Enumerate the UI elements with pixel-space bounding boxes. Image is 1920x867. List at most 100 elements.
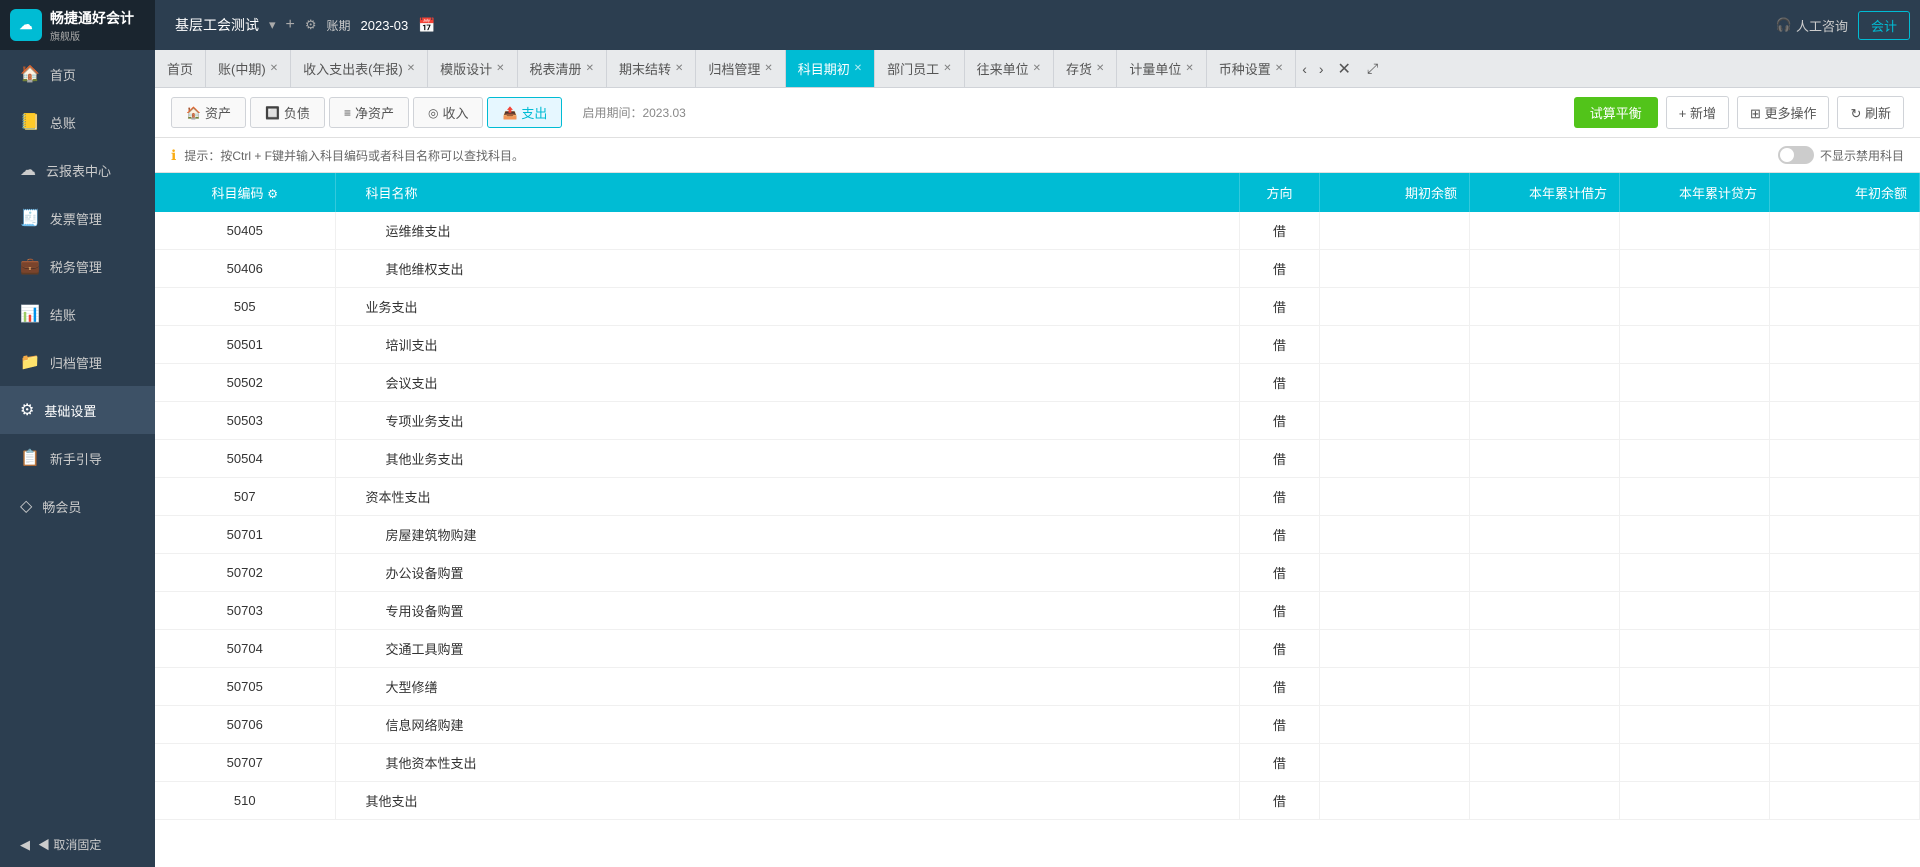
table-row[interactable]: 50502 会议支出 借: [155, 364, 1920, 402]
table-row[interactable]: 50503 专项业务支出 借: [155, 402, 1920, 440]
tab-close-tax[interactable]: ✕: [586, 63, 594, 74]
cell-credit-6: [1620, 440, 1770, 478]
cell-year-balance-1: [1770, 250, 1920, 288]
sidebar-item-settings[interactable]: ⚙ 基础设置: [0, 386, 155, 434]
tab-maximize-button[interactable]: ⤢: [1359, 60, 1386, 77]
tab-subject[interactable]: 科目期初✕: [786, 50, 875, 88]
tab-close-subject[interactable]: ✕: [854, 63, 862, 74]
tab-close-dept[interactable]: ✕: [943, 63, 951, 74]
calc-balance-button[interactable]: 试算平衡: [1574, 97, 1658, 128]
table-row[interactable]: 505 业务支出 借: [155, 288, 1920, 326]
tab-close-period-end[interactable]: ✕: [675, 63, 683, 74]
tab-period[interactable]: 账(中期) ✕: [206, 50, 291, 88]
cell-debit-0: [1470, 212, 1620, 250]
tab-label-period: 账(中期): [218, 59, 266, 78]
cell-credit-5: [1620, 402, 1770, 440]
tab-close-all-button[interactable]: ✕: [1330, 59, 1359, 79]
tab-close-income[interactable]: ✕: [407, 63, 415, 74]
sidebar-item-archive2[interactable]: 📁 归档管理: [0, 338, 155, 386]
filter-tab-liability[interactable]: 🔲负债: [250, 97, 325, 128]
cell-balance-8: [1320, 516, 1470, 554]
user-button[interactable]: 会计: [1858, 11, 1910, 40]
column-settings-icon[interactable]: ⚙: [267, 187, 278, 201]
sidebar-item-settlement[interactable]: 📊 结账: [0, 290, 155, 338]
tab-template[interactable]: 模版设计✕: [428, 50, 517, 88]
tab-next-button[interactable]: ›: [1313, 61, 1330, 77]
table-row[interactable]: 50707 其他资本性支出 借: [155, 744, 1920, 782]
service-button[interactable]: 🎧 人工咨询: [1776, 16, 1848, 35]
sidebar-item-reports[interactable]: ☁ 云报表中心: [0, 146, 155, 194]
tab-close-archive[interactable]: ✕: [764, 63, 772, 74]
sidebar-item-ledger[interactable]: 📒 总账: [0, 98, 155, 146]
cell-year-balance-7: [1770, 478, 1920, 516]
sidebar-label-home: 首页: [50, 65, 76, 84]
tab-unit2[interactable]: 计量单位 ✕: [1117, 50, 1206, 88]
tab-label-unit2: 计量单位: [1129, 59, 1181, 78]
add-tab-icon[interactable]: +: [286, 16, 295, 34]
tab-close-stock[interactable]: ✕: [1096, 63, 1104, 74]
table-row[interactable]: 50701 房屋建筑物购建 借: [155, 516, 1920, 554]
tab-close-template[interactable]: ✕: [496, 63, 504, 74]
table-row[interactable]: 50706 信息网络购建 借: [155, 706, 1920, 744]
more-actions-button[interactable]: ⊞ 更多操作: [1737, 96, 1830, 129]
filter-tab-income2[interactable]: ◎收入: [413, 97, 484, 128]
tab-label-unit: 往来单位: [977, 59, 1029, 78]
sidebar-icon-archive2: 📁: [20, 352, 40, 372]
tab-home[interactable]: 首页: [155, 50, 206, 88]
cell-name-12: 大型修缮: [335, 668, 1240, 706]
table-row[interactable]: 50406 其他维权支出 借: [155, 250, 1920, 288]
filter-tab-expense[interactable]: 📤支出: [487, 97, 562, 128]
table-row[interactable]: 510 其他支出 借: [155, 782, 1920, 820]
filter-tab-net-asset[interactable]: ≡净资产: [329, 97, 409, 128]
tab-close-currency[interactable]: ✕: [1275, 63, 1283, 74]
cell-debit-3: [1470, 326, 1620, 364]
refresh-button[interactable]: ↻ 刷新: [1837, 96, 1904, 129]
filter-tab-label-liability: 负债: [284, 103, 310, 122]
cell-debit-14: [1470, 744, 1620, 782]
table-row[interactable]: 50703 专用设备购置 借: [155, 592, 1920, 630]
toggle-switch[interactable]: 不显示禁用科目: [1778, 146, 1904, 164]
tab-income[interactable]: 收入支出表(年报)✕: [291, 50, 428, 88]
table-row[interactable]: 50504 其他业务支出 借: [155, 440, 1920, 478]
tab-currency[interactable]: 币种设置✕: [1207, 50, 1296, 88]
sidebar-label-invoice: 发票管理: [50, 209, 102, 228]
table-row[interactable]: 50705 大型修缮 借: [155, 668, 1920, 706]
tab-stock[interactable]: 存货✕: [1054, 50, 1117, 88]
tab-close-unit2[interactable]: ✕: [1185, 63, 1193, 74]
sidebar-collapse-button[interactable]: ◀ ◀ 取消固定: [0, 822, 155, 867]
cell-dir-7: 借: [1240, 478, 1320, 516]
table-row[interactable]: 507 资本性支出 借: [155, 478, 1920, 516]
company-dropdown-icon[interactable]: ▾: [269, 17, 276, 33]
filter-tab-asset[interactable]: 🏠资产: [171, 97, 246, 128]
cell-credit-4: [1620, 364, 1770, 402]
sidebar-item-tax[interactable]: 💼 税务管理: [0, 242, 155, 290]
tab-close-unit[interactable]: ✕: [1033, 63, 1041, 74]
action-buttons: 试算平衡 + 新增 ⊞ 更多操作 ↻ 刷新: [1574, 96, 1904, 129]
cell-year-balance-3: [1770, 326, 1920, 364]
tab-close-period[interactable]: ✕: [270, 63, 278, 74]
calendar-icon[interactable]: 📅: [418, 17, 435, 34]
switch-track[interactable]: [1778, 146, 1814, 164]
add-button[interactable]: + 新增: [1666, 96, 1729, 129]
table-row[interactable]: 50704 交通工具购置 借: [155, 630, 1920, 668]
table-row[interactable]: 50702 办公设备购置 借: [155, 554, 1920, 592]
sidebar-item-guide[interactable]: 📋 新手引导: [0, 434, 155, 482]
table-row[interactable]: 50405 运维维支出 借: [155, 212, 1920, 250]
sidebar-item-invoice[interactable]: 🧾 发票管理: [0, 194, 155, 242]
period-value: 2023-03: [361, 18, 409, 33]
cell-dir-4: 借: [1240, 364, 1320, 402]
tab-period-end[interactable]: 期末结转✕: [607, 50, 696, 88]
tab-prev-button[interactable]: ‹: [1296, 61, 1313, 77]
table-row[interactable]: 50501 培训支出 借: [155, 326, 1920, 364]
settings-icon[interactable]: ⚙: [305, 17, 317, 33]
sidebar-item-member[interactable]: ◇ 畅会员: [0, 482, 155, 530]
sidebar-label-member: 畅会员: [42, 497, 81, 516]
tab-unit[interactable]: 往来单位 ✕: [965, 50, 1054, 88]
cell-credit-15: [1620, 782, 1770, 820]
sidebar-item-home[interactable]: 🏠 首页: [0, 50, 155, 98]
tab-tax[interactable]: 税表清册✕: [518, 50, 607, 88]
cell-credit-13: [1620, 706, 1770, 744]
cell-year-balance-6: [1770, 440, 1920, 478]
tab-archive[interactable]: 归档管理✕: [696, 50, 785, 88]
tab-dept[interactable]: 部门员工✕: [875, 50, 964, 88]
